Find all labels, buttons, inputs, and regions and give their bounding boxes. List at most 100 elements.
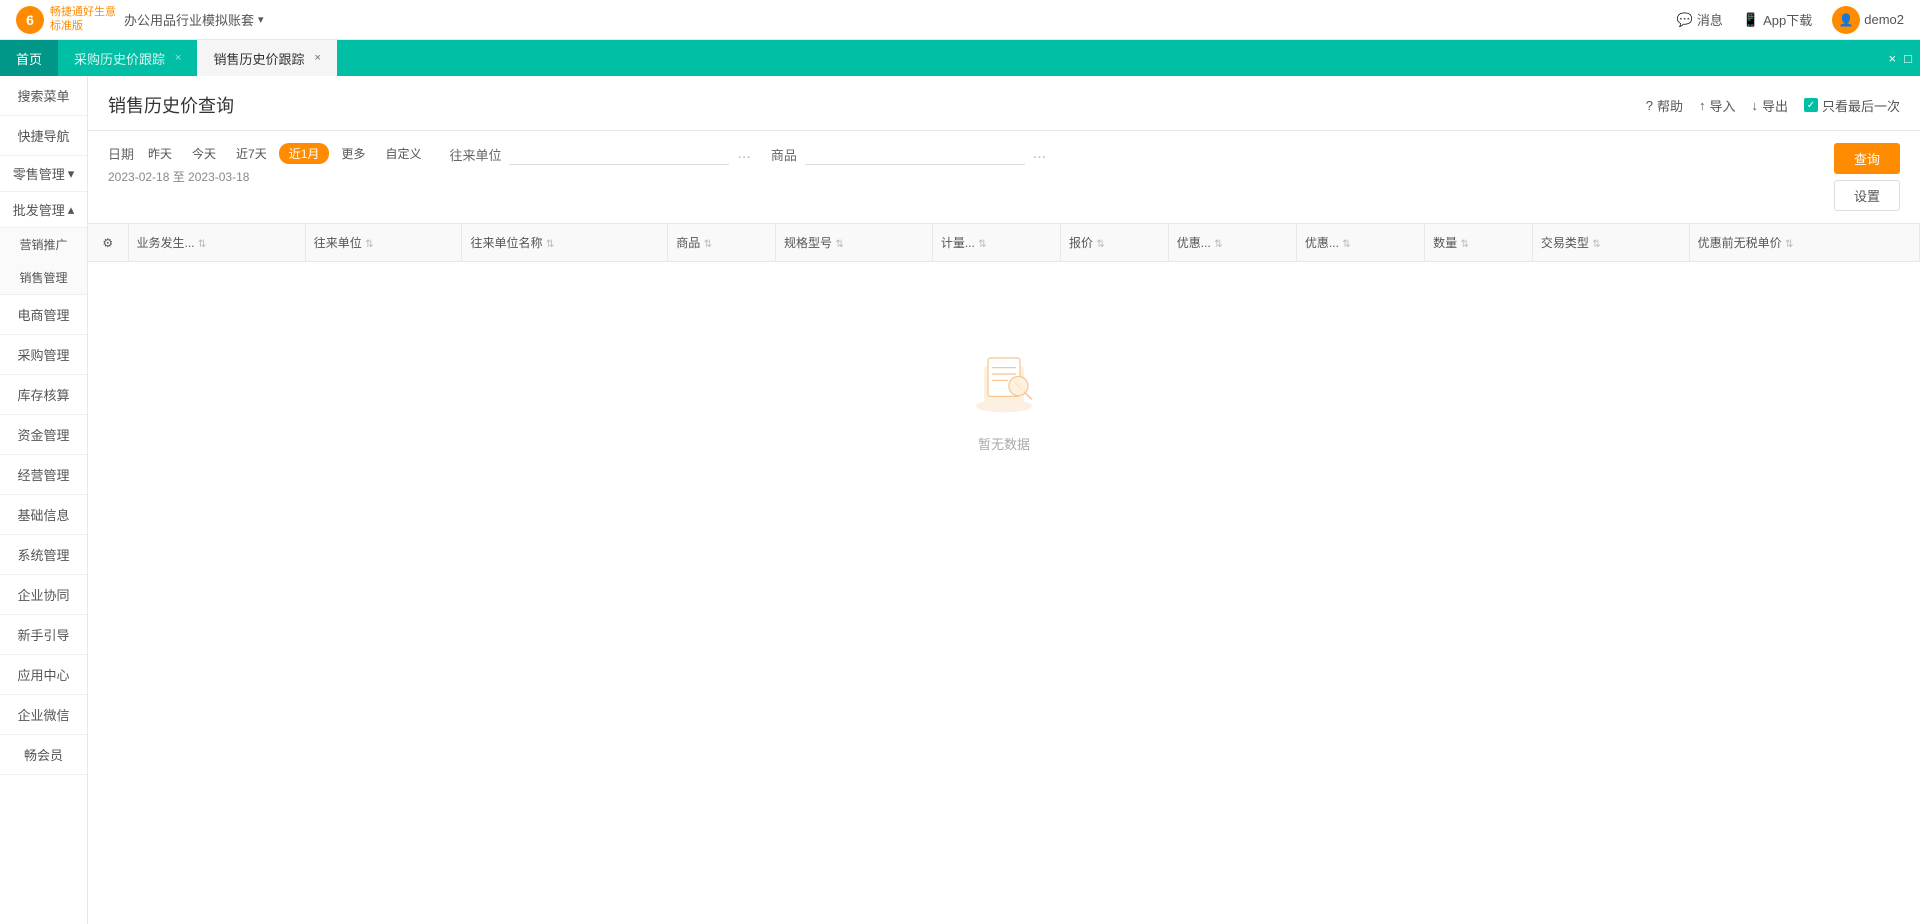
sidebar-system-label: 系统管理	[17, 545, 69, 564]
header-right: 💬 消息 📱 App下载 👤 demo2	[1677, 6, 1904, 34]
date-btn-more[interactable]: 更多	[333, 143, 373, 164]
sort-icon-qty: ⇅	[1460, 239, 1468, 250]
data-table: ⚙ 业务发生... ⇅ 往来单位 ⇅ 往来单位名称 ⇅	[88, 224, 1920, 262]
sidebar-item-inventory[interactable]: 库存核算	[0, 375, 87, 415]
tab-sales-close[interactable]: ×	[314, 52, 320, 64]
sort-icon-unit: ⇅	[978, 239, 986, 250]
col-pre-tax-price[interactable]: 优惠前无税单价 ⇅	[1689, 224, 1919, 262]
tab-close-all-icon[interactable]: ×	[1889, 51, 1897, 66]
sidebar-cooperation-label: 企业协同	[17, 585, 69, 604]
no-data-illustration	[964, 342, 1044, 422]
col-unit-label: 计量...	[941, 236, 975, 250]
tab-home[interactable]: 首页	[0, 40, 58, 76]
no-data-area: 暂无数据	[88, 262, 1920, 533]
query-button[interactable]: 查询	[1834, 143, 1900, 174]
sort-icon-biz-date: ⇅	[198, 239, 206, 250]
settings-button[interactable]: 设置	[1834, 180, 1900, 211]
sidebar-item-corp-wechat[interactable]: 企业微信	[0, 695, 87, 735]
col-counterparty-name[interactable]: 往来单位名称 ⇅	[462, 224, 668, 262]
sidebar-item-quick-nav[interactable]: 快捷导航	[0, 116, 87, 156]
sidebar-sub-wholesale: 营销推广 销售管理	[0, 228, 87, 295]
sidebar-item-basic-info[interactable]: 基础信息	[0, 495, 87, 535]
sidebar-operations-label: 经营管理	[17, 465, 69, 484]
date-btn-today[interactable]: 今天	[184, 143, 224, 164]
product-input[interactable]	[805, 143, 1025, 165]
product-dots[interactable]: ...	[1033, 145, 1046, 163]
app-download-btn[interactable]: 📱 App下载	[1743, 10, 1812, 29]
user-avatar-area[interactable]: 👤 demo2	[1832, 6, 1904, 34]
sidebar-item-search-menu[interactable]: 搜索菜单	[0, 76, 87, 116]
date-btn-custom[interactable]: 自定义	[377, 143, 429, 164]
sidebar-marketing-label: 营销推广	[19, 236, 67, 253]
tab-bar-actions: × □	[1889, 51, 1920, 66]
no-data-text: 暂无数据	[978, 434, 1030, 453]
app-title-selector[interactable]: 办公用品行业模拟账套 ▾	[124, 10, 264, 29]
import-icon: ↑	[1699, 98, 1706, 113]
counterparty-filter-group: 往来单位 ...	[449, 143, 750, 165]
tab-maximize-icon[interactable]: □	[1904, 51, 1912, 66]
date-options: 昨天 今天 近7天 近1月 更多 自定义	[140, 143, 429, 164]
product-filter-group: 商品 ...	[771, 143, 1046, 165]
sidebar-item-guide[interactable]: 新手引导	[0, 615, 87, 655]
sidebar-item-finance[interactable]: 资金管理	[0, 415, 87, 455]
sort-icon-discount1: ⇅	[1214, 239, 1222, 250]
sidebar-item-purchase[interactable]: 采购管理	[0, 335, 87, 375]
top-header: 6 畅捷通好生意 标准版 办公用品行业模拟账套 ▾ 💬 消息 📱 App下载 👤…	[0, 0, 1920, 40]
sidebar-item-wholesale-mgmt[interactable]: 批发管理 ▴	[0, 192, 87, 228]
col-unit[interactable]: 计量... ⇅	[932, 224, 1060, 262]
sidebar-item-sales-mgmt[interactable]: 销售管理	[0, 261, 87, 294]
col-discount1-label: 优惠...	[1177, 236, 1211, 250]
date-btn-last1m[interactable]: 近1月	[279, 143, 330, 164]
wholesale-arrow-icon: ▴	[68, 202, 75, 218]
col-biz-date[interactable]: 业务发生... ⇅	[128, 224, 305, 262]
col-quote[interactable]: 报价 ⇅	[1060, 224, 1168, 262]
avatar-icon: 👤	[1839, 13, 1854, 27]
export-icon: ↓	[1751, 98, 1758, 113]
sidebar-item-operations[interactable]: 经营管理	[0, 455, 87, 495]
tab-sales-history[interactable]: 销售历史价跟踪 ×	[197, 40, 336, 76]
col-settings[interactable]: ⚙	[88, 224, 128, 262]
sort-icon-trade-type: ⇅	[1592, 239, 1600, 250]
tab-purchase-history[interactable]: 采购历史价跟踪 ×	[58, 40, 197, 76]
sidebar-item-app-center[interactable]: 应用中心	[0, 655, 87, 695]
retail-arrow-icon: ▾	[68, 166, 75, 182]
sidebar-inventory-label: 库存核算	[17, 385, 69, 404]
sidebar-search-menu-label: 搜索菜单	[17, 86, 69, 105]
import-btn[interactable]: ↑ 导入	[1699, 96, 1736, 115]
sidebar-sales-mgmt-label: 销售管理	[19, 269, 67, 286]
help-icon: ?	[1646, 98, 1653, 113]
sidebar-item-marketing[interactable]: 营销推广	[0, 228, 87, 261]
col-product-label: 商品	[676, 236, 700, 250]
message-btn[interactable]: 💬 消息	[1677, 10, 1723, 29]
tab-bar: 首页 采购历史价跟踪 × 销售历史价跟踪 × × □	[0, 40, 1920, 76]
avatar: 👤	[1832, 6, 1860, 34]
col-qty[interactable]: 数量 ⇅	[1425, 224, 1533, 262]
sidebar-item-retail-mgmt[interactable]: 零售管理 ▾	[0, 156, 87, 192]
date-btn-last7[interactable]: 近7天	[228, 143, 275, 164]
col-discount1[interactable]: 优惠... ⇅	[1168, 224, 1296, 262]
col-counterparty-name-label: 往来单位名称	[470, 236, 542, 250]
date-btn-yesterday[interactable]: 昨天	[140, 143, 180, 164]
col-trade-type[interactable]: 交易类型 ⇅	[1532, 224, 1689, 262]
sidebar-quick-nav-label: 快捷导航	[17, 126, 69, 145]
col-discount2[interactable]: 优惠... ⇅	[1296, 224, 1424, 262]
col-product[interactable]: 商品 ⇅	[668, 224, 776, 262]
export-btn[interactable]: ↓ 导出	[1751, 96, 1788, 115]
help-btn[interactable]: ? 帮助	[1646, 96, 1683, 115]
sidebar-wholesale-label: 批发管理	[13, 200, 65, 219]
main-layout: 搜索菜单 快捷导航 零售管理 ▾ 批发管理 ▴ 营销推广 销售管理	[0, 76, 1920, 924]
sidebar-item-cooperation[interactable]: 企业协同	[0, 575, 87, 615]
col-spec[interactable]: 规格型号 ⇅	[776, 224, 933, 262]
only-last-checkbox-area[interactable]: ✓ 只看最后一次	[1804, 96, 1900, 115]
date-range-text: 2023-02-18 至 2023-03-18	[108, 170, 249, 184]
sidebar-item-system[interactable]: 系统管理	[0, 535, 87, 575]
sidebar-item-ecommerce[interactable]: 电商管理	[0, 295, 87, 335]
tab-purchase-close[interactable]: ×	[175, 52, 181, 64]
counterparty-input[interactable]	[509, 143, 729, 165]
filter-bar: 日期 昨天 今天 近7天 近1月 更多 自定义 2023-02-18 至 202…	[88, 131, 1920, 224]
col-counterparty-code[interactable]: 往来单位 ⇅	[305, 224, 462, 262]
counterparty-dots[interactable]: ...	[737, 145, 750, 163]
col-discount2-label: 优惠...	[1305, 236, 1339, 250]
col-trade-type-label: 交易类型	[1541, 236, 1589, 250]
sidebar-item-member[interactable]: 畅会员	[0, 735, 87, 775]
